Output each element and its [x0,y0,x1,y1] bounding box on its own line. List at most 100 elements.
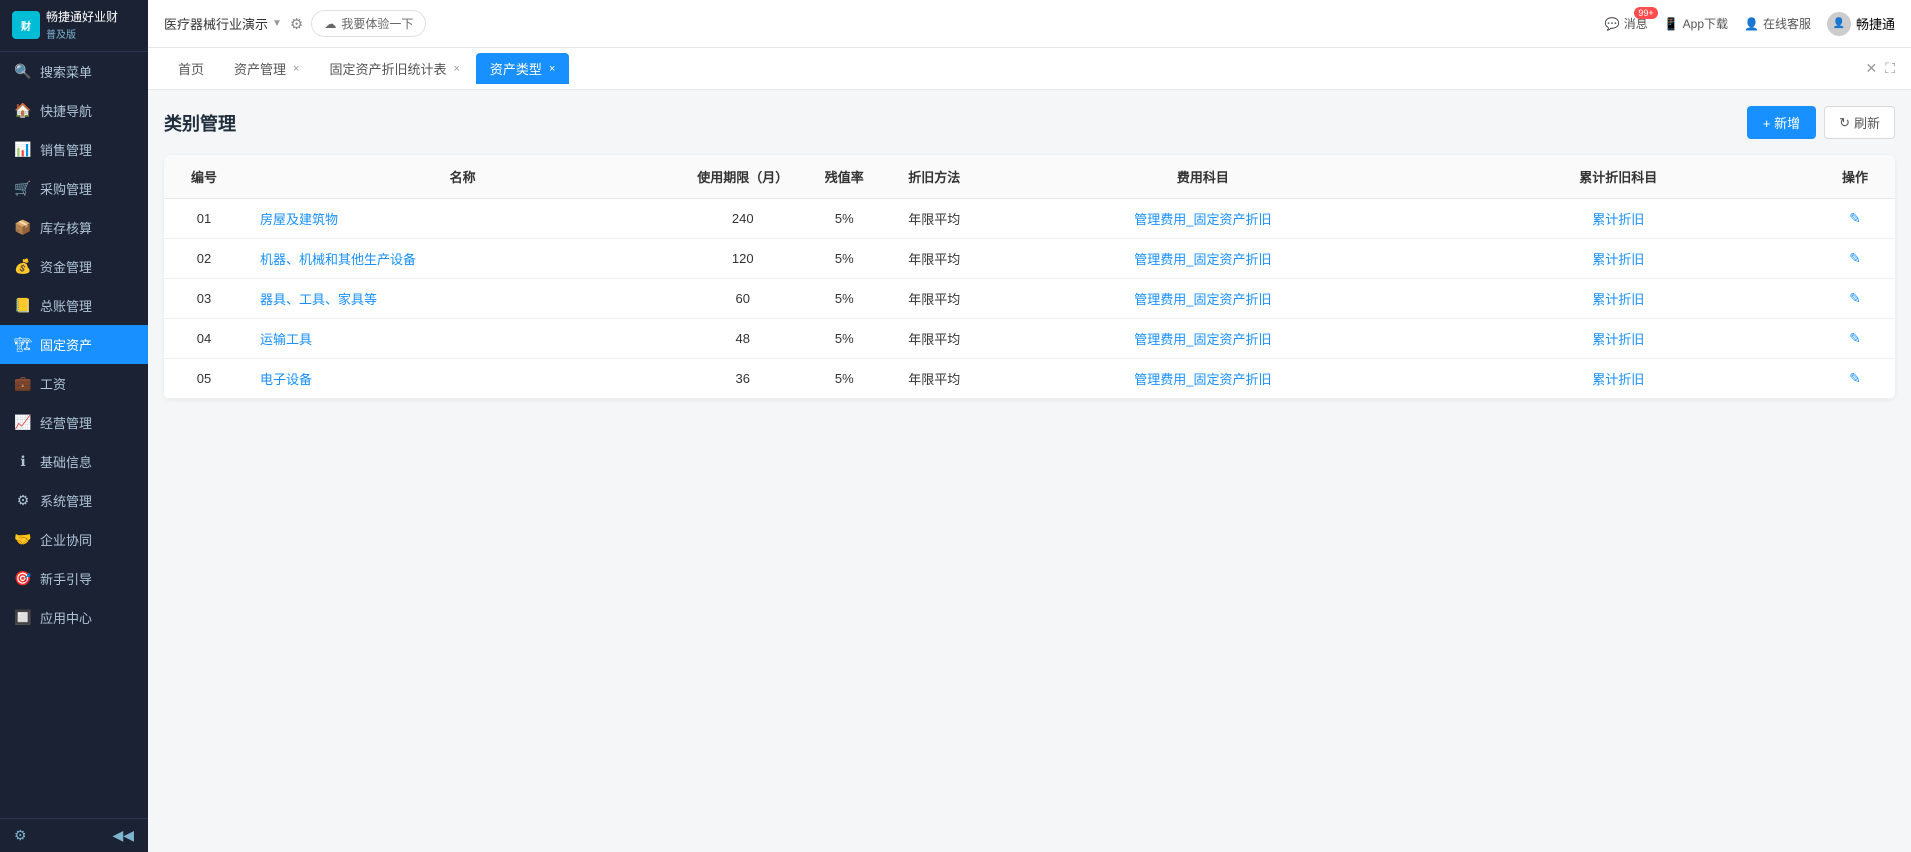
sidebar-label-system: 系统管理 [40,491,92,510]
sidebar-item-search[interactable]: 🔍 搜索菜单 [0,52,148,91]
cell-accumulated-3[interactable]: 累计折旧 [1421,319,1815,359]
collapse-icon[interactable]: ◀◀ [112,827,134,844]
logo-sub: 普及版 [46,26,118,41]
sidebar-item-purchase[interactable]: 🛒 采购管理 [0,169,148,208]
cell-period-3: 48 [681,319,804,359]
cell-code-2: 03 [164,279,244,319]
col-header-residual: 残值率 [804,155,884,199]
cell-method-2: 年限平均 [884,279,984,319]
edit-icon-3[interactable]: ✎ [1849,330,1861,346]
sidebar-label-operations: 经营管理 [40,413,92,432]
table-row: 02 机器、机械和其他生产设备 120 5% 年限平均 管理费用_固定资产折旧 … [164,239,1895,279]
sidebar-item-sales[interactable]: 📊 销售管理 [0,130,148,169]
sidebar-label-payroll: 工资 [40,374,66,393]
table-container: 编号 名称 使用期限（月） 残值率 折旧方法 费用科目 累计折旧科目 操作 01… [164,155,1895,399]
cell-action-4: ✎ [1815,359,1895,399]
tab-depreciation-close[interactable]: × [453,63,459,75]
topbar-left: 医疗器械行业演示 ▼ ⚙ ☁ 我要体验一下 [164,10,1593,37]
cell-expense-4[interactable]: 管理费用_固定资产折旧 [984,359,1421,399]
restore-tab-icon[interactable]: ⛶ [1885,60,1895,77]
dropdown-arrow-icon: ▼ [272,18,282,29]
cell-expense-0[interactable]: 管理费用_固定资产折旧 [984,199,1421,239]
sidebar-icon-search: 🔍 [14,62,32,80]
tab-asset-mgmt[interactable]: 资产管理 × [220,53,313,84]
sidebar-item-enterprise[interactable]: 🤝 企业协同 [0,520,148,559]
new-button[interactable]: + 新增 [1747,106,1816,139]
sidebar-label-enterprise: 企业协同 [40,530,92,549]
cell-expense-3[interactable]: 管理费用_固定资产折旧 [984,319,1421,359]
sidebar-item-ledger[interactable]: 📒 总账管理 [0,286,148,325]
close-tab-icon[interactable]: ✕ [1865,60,1877,77]
cell-expense-2[interactable]: 管理费用_固定资产折旧 [984,279,1421,319]
sidebar-logo: 财 畅捷通好业财 普及版 [0,0,148,52]
sidebar-item-fixed-assets[interactable]: 🏗 固定资产 [0,325,148,364]
experience-label: 我要体验一下 [341,15,413,32]
sidebar-item-system[interactable]: ⚙ 系统管理 [0,481,148,520]
edit-icon-1[interactable]: ✎ [1849,250,1861,266]
tab-home[interactable]: 首页 [164,53,218,84]
logo-icon: 财 [12,11,40,39]
sidebar-label-search: 搜索菜单 [40,62,92,81]
sidebar-icon-payroll: 💼 [14,374,32,392]
tab-asset-mgmt-label: 资产管理 [234,59,286,78]
edit-icon-4[interactable]: ✎ [1849,370,1861,386]
edit-icon-0[interactable]: ✎ [1849,210,1861,226]
sidebar-item-base-info[interactable]: ℹ 基础信息 [0,442,148,481]
sidebar-item-quick-nav[interactable]: 🏠 快捷导航 [0,91,148,130]
sidebar-item-guide[interactable]: 🎯 新手引导 [0,559,148,598]
sidebar-icon-enterprise: 🤝 [14,530,32,548]
tab-asset-mgmt-close[interactable]: × [293,63,299,75]
sidebar-item-app-center[interactable]: 🔲 应用中心 [0,598,148,637]
sidebar-item-payroll[interactable]: 💼 工资 [0,364,148,403]
sidebar-item-operations[interactable]: 📈 经营管理 [0,403,148,442]
sidebar-item-inventory[interactable]: 📦 库存核算 [0,208,148,247]
cell-name-4[interactable]: 电子设备 [244,359,681,399]
cell-expense-1[interactable]: 管理费用_固定资产折旧 [984,239,1421,279]
cell-accumulated-4[interactable]: 累计折旧 [1421,359,1815,399]
user-area[interactable]: 👤 畅捷通 [1827,12,1895,36]
gear-icon[interactable]: ⚙ [290,15,303,33]
tab-asset-type-close[interactable]: × [549,63,555,75]
sidebar-icon-app-center: 🔲 [14,608,32,626]
message-button[interactable]: 💬 消息 99+ [1605,15,1648,32]
sidebar-label-capital: 资金管理 [40,257,92,276]
cell-accumulated-1[interactable]: 累计折旧 [1421,239,1815,279]
module-name: 医疗器械行业演示 [164,14,268,33]
page-title: 类别管理 [164,110,236,136]
sidebar-label-purchase: 采购管理 [40,179,92,198]
sidebar-icon-capital: 💰 [14,257,32,275]
tab-depreciation[interactable]: 固定资产折旧统计表 × [315,53,473,84]
app-download-button[interactable]: 📱 App下载 [1664,15,1728,32]
cell-action-0: ✎ [1815,199,1895,239]
page-header: 类别管理 + 新增 ↻ 刷新 [164,106,1895,139]
cell-accumulated-0[interactable]: 累计折旧 [1421,199,1815,239]
message-badge: 99+ [1634,7,1657,19]
sidebar-label-base-info: 基础信息 [40,452,92,471]
cell-residual-1: 5% [804,239,884,279]
cell-name-2[interactable]: 器具、工具、家具等 [244,279,681,319]
cell-accumulated-2[interactable]: 累计折旧 [1421,279,1815,319]
header-actions: + 新增 ↻ 刷新 [1747,106,1895,139]
tabbar-actions: ✕ ⛶ [1865,60,1895,77]
cell-name-0[interactable]: 房屋及建筑物 [244,199,681,239]
sidebar-icon-ledger: 📒 [14,296,32,314]
main-area: 医疗器械行业演示 ▼ ⚙ ☁ 我要体验一下 💬 消息 99+ 📱 App下载 👤… [148,0,1911,852]
sidebar-label-fixed-assets: 固定资产 [40,335,92,354]
online-service-button[interactable]: 👤 在线客服 [1744,15,1811,32]
cell-name-1[interactable]: 机器、机械和其他生产设备 [244,239,681,279]
page-content: 类别管理 + 新增 ↻ 刷新 编号 名称 使用期限（月） 残值率 折旧方法 [148,90,1911,852]
table-row: 04 运输工具 48 5% 年限平均 管理费用_固定资产折旧 累计折旧 ✎ [164,319,1895,359]
sidebar-icon-operations: 📈 [14,413,32,431]
sidebar-icon-inventory: 📦 [14,218,32,236]
sidebar-item-capital[interactable]: 💰 资金管理 [0,247,148,286]
col-header-name: 名称 [244,155,681,199]
refresh-icon: ↻ [1839,115,1850,131]
module-selector[interactable]: 医疗器械行业演示 ▼ [164,14,282,33]
settings-icon[interactable]: ⚙ [14,827,27,844]
topbar: 医疗器械行业演示 ▼ ⚙ ☁ 我要体验一下 💬 消息 99+ 📱 App下载 👤… [148,0,1911,48]
refresh-button[interactable]: ↻ 刷新 [1824,106,1895,139]
experience-button[interactable]: ☁ 我要体验一下 [311,10,426,37]
edit-icon-2[interactable]: ✎ [1849,290,1861,306]
cell-name-3[interactable]: 运输工具 [244,319,681,359]
tab-asset-type[interactable]: 资产类型 × [476,53,569,84]
